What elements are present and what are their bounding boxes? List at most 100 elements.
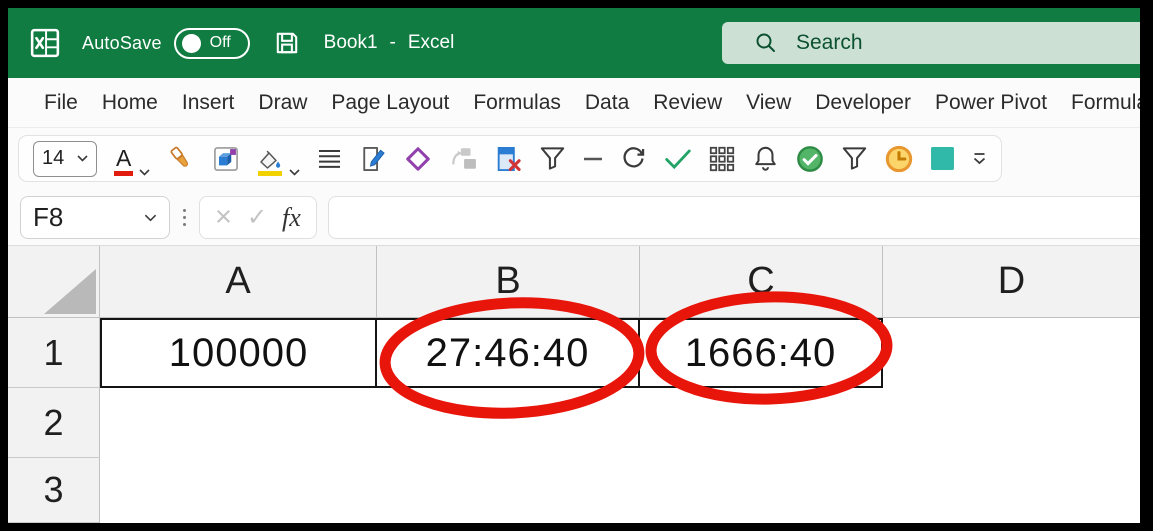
search-placeholder: Search xyxy=(796,31,863,54)
3d-model-button[interactable] xyxy=(212,142,240,176)
dash-icon xyxy=(584,157,603,160)
3d-cube-icon xyxy=(214,146,239,171)
tab-formulas[interactable]: Formulas xyxy=(473,91,561,115)
column-header-A[interactable]: A xyxy=(100,246,377,318)
select-all-triangle-icon xyxy=(44,269,96,314)
search-box[interactable]: Search xyxy=(722,22,1140,64)
enter-icon[interactable]: ✓ xyxy=(247,205,267,230)
chevron-down-icon xyxy=(144,214,157,221)
group-shapes-button[interactable] xyxy=(449,142,477,176)
excel-window: AutoSave Off Book1 - Excel Search File H… xyxy=(8,8,1140,523)
notifications-button[interactable] xyxy=(752,142,779,176)
app-name: Excel xyxy=(407,32,455,53)
tab-file[interactable]: File xyxy=(44,91,78,115)
filter-button-2[interactable] xyxy=(841,142,868,176)
insert-function-icon[interactable]: fx xyxy=(282,203,301,233)
clock-icon xyxy=(886,145,913,172)
fill-color-icon xyxy=(260,150,281,169)
spreadsheet-grid: A B C D 1 100000 27:46:40 1666:40 2 3 xyxy=(8,246,1140,523)
teal-swatch-button[interactable] xyxy=(930,142,955,176)
ribbon-tabs: File Home Insert Draw Page Layout Formul… xyxy=(8,78,1140,128)
edit-document-button[interactable] xyxy=(359,142,387,176)
refresh-icon xyxy=(623,147,645,168)
font-color-icon: A xyxy=(114,146,134,176)
tab-insert[interactable]: Insert xyxy=(182,91,235,115)
name-box-value: F8 xyxy=(33,202,64,232)
font-color-button[interactable]: A xyxy=(114,142,150,176)
row-header-2[interactable]: 2 xyxy=(8,388,100,458)
fill-color-button[interactable] xyxy=(257,142,300,176)
tab-draw[interactable]: Draw xyxy=(258,91,307,115)
teal-swatch-icon xyxy=(931,147,955,170)
clock-button[interactable] xyxy=(885,142,913,176)
tab-data[interactable]: Data xyxy=(585,91,629,115)
row-2-cells[interactable] xyxy=(100,388,1140,458)
tab-formula-cut[interactable]: Formula xyxy=(1071,91,1140,115)
cell-D1[interactable] xyxy=(883,318,1140,388)
autosave-toggle[interactable]: Off xyxy=(173,27,250,59)
autosave-state: Off xyxy=(209,34,231,51)
align-lines-icon xyxy=(319,149,341,168)
column-header-D[interactable]: D xyxy=(883,246,1140,318)
titlebar: AutoSave Off Book1 - Excel Search xyxy=(8,8,1140,78)
tab-home[interactable]: Home xyxy=(102,91,158,115)
cell-C1[interactable]: 1666:40 xyxy=(640,318,883,388)
align-button[interactable] xyxy=(317,142,342,176)
row-header-3[interactable]: 3 xyxy=(8,458,100,523)
delete-column-button[interactable] xyxy=(494,142,522,176)
quick-toolbar: 14 A xyxy=(8,128,1140,190)
diamond-outline-icon xyxy=(406,146,431,171)
cell-B1[interactable]: 27:46:40 xyxy=(377,318,640,388)
tab-page-layout[interactable]: Page Layout xyxy=(331,91,449,115)
title-separator: - xyxy=(389,32,396,53)
tab-view[interactable]: View xyxy=(746,91,791,115)
column-header-C[interactable]: C xyxy=(640,246,883,318)
group-shapes-icon xyxy=(452,147,477,169)
column-header-B[interactable]: B xyxy=(377,246,640,318)
filter-icon xyxy=(843,147,867,170)
font-size-value: 14 xyxy=(42,147,65,169)
name-box[interactable]: F8 xyxy=(20,196,170,239)
format-painter-icon xyxy=(170,146,189,167)
chevron-down-icon xyxy=(77,155,88,162)
save-icon[interactable] xyxy=(274,30,300,56)
cell-A1[interactable]: 100000 xyxy=(100,318,377,388)
filter-button[interactable] xyxy=(539,142,566,176)
chevron-down-icon xyxy=(139,168,150,176)
tab-review[interactable]: Review xyxy=(653,91,722,115)
tab-power-pivot[interactable]: Power Pivot xyxy=(935,91,1047,115)
grid-squares-button[interactable] xyxy=(709,142,735,176)
toggle-knob xyxy=(181,33,201,53)
approved-check-icon xyxy=(797,145,824,172)
autosave-label: AutoSave xyxy=(82,32,162,53)
document-name: Book1 xyxy=(323,32,378,53)
document-title: Book1 - Excel xyxy=(324,32,455,54)
cancel-icon[interactable]: × xyxy=(215,203,232,232)
font-size-combo[interactable]: 14 xyxy=(33,140,97,177)
toolbar-overflow-icon xyxy=(974,153,986,165)
approve-button[interactable] xyxy=(796,142,824,176)
edit-document-icon xyxy=(363,146,386,171)
diamond-button[interactable] xyxy=(404,142,432,176)
dash-button[interactable] xyxy=(583,142,603,176)
formula-input[interactable] xyxy=(327,196,1140,239)
check-button[interactable] xyxy=(664,142,692,176)
row-header-1[interactable]: 1 xyxy=(8,318,100,388)
delete-column-icon xyxy=(498,146,521,171)
excel-app-icon xyxy=(30,28,60,58)
tab-developer[interactable]: Developer xyxy=(815,91,911,115)
formula-controls: × ✓ fx xyxy=(199,196,317,239)
filter-icon xyxy=(541,147,565,170)
toolbar-overflow-button[interactable] xyxy=(972,142,987,176)
check-icon xyxy=(665,149,692,169)
screenshot-frame: AutoSave Off Book1 - Excel Search File H… xyxy=(0,0,1153,531)
bell-icon xyxy=(755,146,777,171)
grid-squares-icon xyxy=(710,146,735,171)
fill-color-swatch xyxy=(258,170,283,176)
select-all-corner[interactable] xyxy=(8,246,100,318)
refresh-button[interactable] xyxy=(620,142,647,176)
row-3-cells[interactable] xyxy=(100,458,1140,523)
format-painter-button[interactable] xyxy=(167,142,195,176)
resize-dots-handle[interactable] xyxy=(181,209,188,226)
toolbar-strip: 14 A xyxy=(18,135,1003,182)
